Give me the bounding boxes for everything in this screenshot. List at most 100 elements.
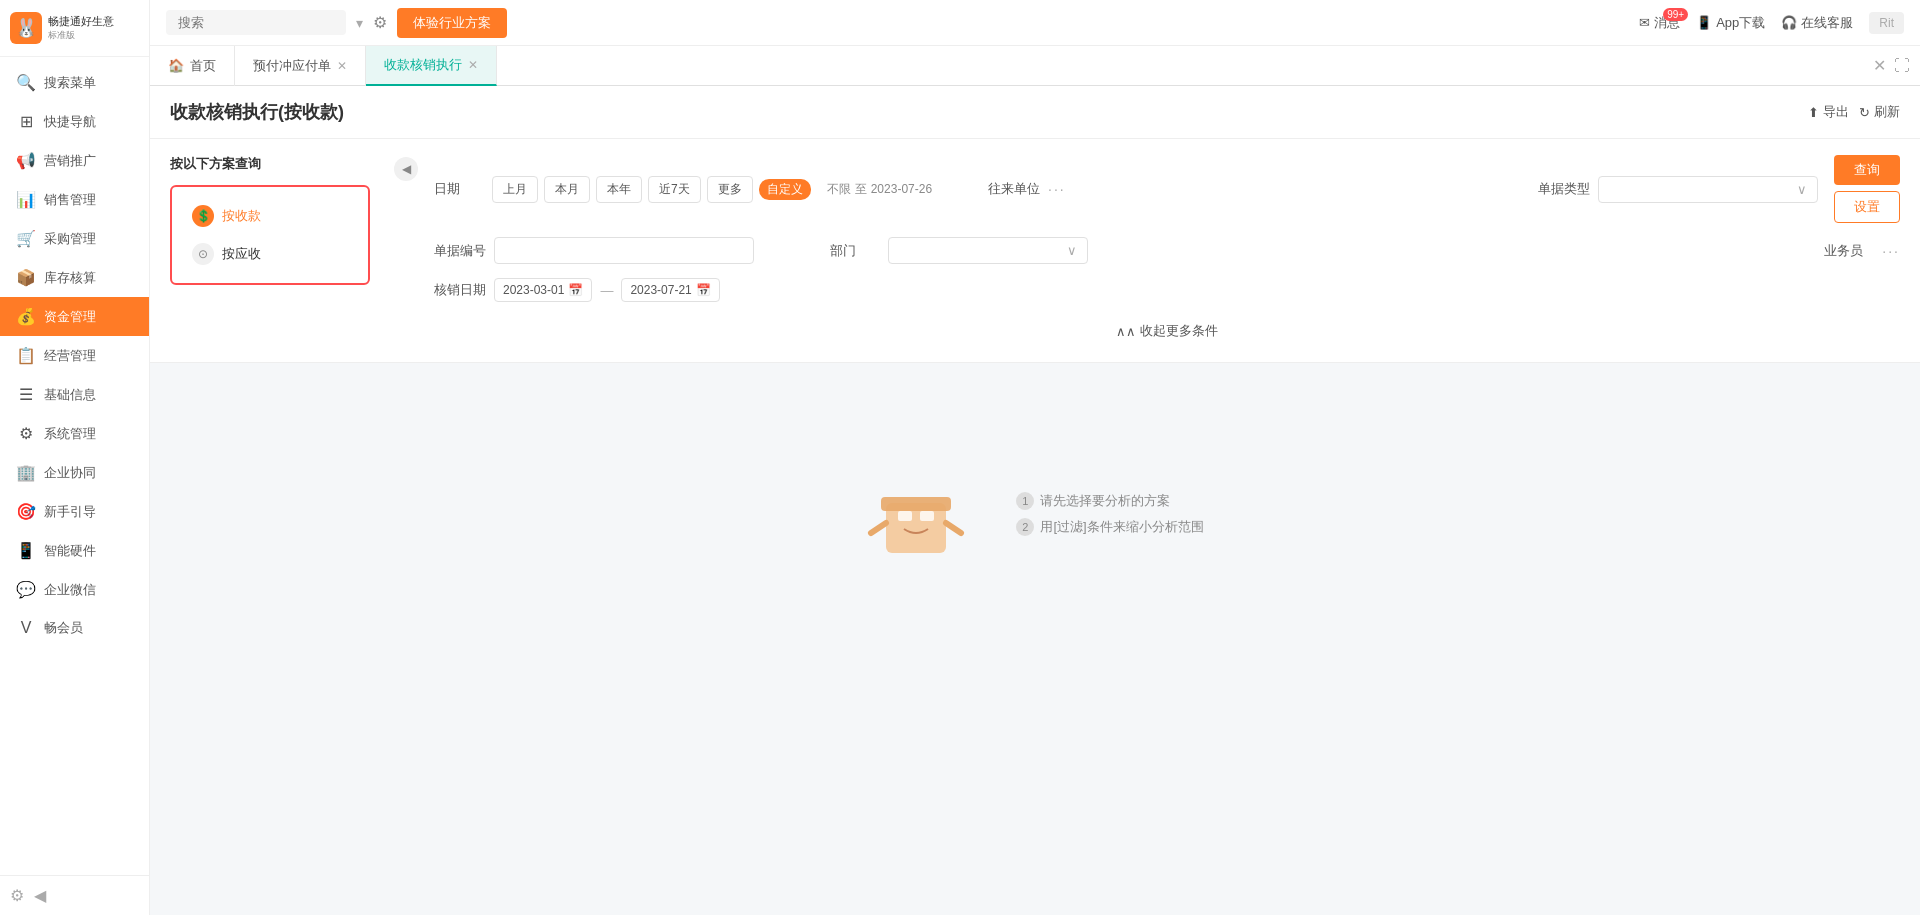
tab-expand-icon[interactable]: ⛶ (1894, 57, 1910, 75)
sidebar-bottom: ⚙ ◀ (0, 875, 149, 915)
tabbar-actions: ✕ ⛶ (1873, 56, 1920, 75)
sidebar-item-basic[interactable]: ☰ 基础信息 (0, 375, 149, 414)
inventory-icon: 📦 (16, 268, 36, 287)
svg-rect-3 (920, 511, 934, 521)
receipt-icon: 💲 (192, 205, 214, 227)
topbar-search-input[interactable] (166, 10, 346, 35)
sidebar-item-hardware[interactable]: 📱 智能硬件 (0, 531, 149, 570)
export-btn[interactable]: ⬆ 导出 (1808, 103, 1849, 121)
sidebar-item-inventory[interactable]: 📦 库存核算 (0, 258, 149, 297)
page-header: 收款核销执行(按收款) ⬆ 导出 ↻ 刷新 (150, 86, 1920, 139)
page-header-actions: ⬆ 导出 ↻ 刷新 (1808, 103, 1900, 121)
svg-rect-2 (898, 511, 912, 521)
filter-date-group: 上月 本月 本年 近7天 更多 自定义 (492, 176, 811, 203)
settings-bottom-icon[interactable]: ⚙ (10, 886, 24, 905)
sidebar-item-enterprise[interactable]: 🏢 企业协同 (0, 453, 149, 492)
filter-row-1: 日期 上月 本月 本年 近7天 更多 自定义 不限 至 2023 (434, 155, 1900, 223)
filter-partner-cell: 往来单位 ··· (988, 180, 1066, 198)
writeoff-date-range: 2023-03-01 📅 — 2023-07-21 📅 (494, 278, 720, 302)
sidebar-item-system[interactable]: ⚙ 系统管理 (0, 414, 149, 453)
staff-input[interactable]: ··· (1882, 243, 1900, 259)
doctype-label: 单据类型 (1538, 180, 1590, 198)
filter-dept-cell: 部门 ∨ (830, 237, 1088, 264)
sidebar-item-member[interactable]: V 畅会员 (0, 609, 149, 647)
page-content: 收款核销执行(按收款) ⬆ 导出 ↻ 刷新 按以下方案查询 💲 (150, 86, 1920, 915)
sidebar-item-guide[interactable]: 🎯 新手引导 (0, 492, 149, 531)
topbar: ▾ ⚙ 体验行业方案 ✉ 消息 99+ 📱 App下载 🎧 在线客服 Rit (150, 0, 1920, 46)
marketing-icon: 📢 (16, 151, 36, 170)
filter-row-3: 核销日期 2023-03-01 📅 — 2023-07-21 📅 (434, 278, 1900, 302)
setting-btn[interactable]: 设置 (1834, 191, 1900, 223)
filter-by-receivable[interactable]: ⊙ 按应收 (182, 235, 358, 273)
date-btn-7days[interactable]: 近7天 (648, 176, 701, 203)
sidebar-item-finance[interactable]: 💰 资金管理 (0, 297, 149, 336)
sidebar-item-purchase[interactable]: 🛒 采购管理 (0, 219, 149, 258)
writeoff-date-to-input[interactable]: 2023-07-21 📅 (621, 278, 719, 302)
filter-left-panel: 按以下方案查询 💲 按收款 ⊙ 按应收 (170, 155, 370, 346)
date-btn-last-month[interactable]: 上月 (492, 176, 538, 203)
tip-num-2: 2 (1016, 518, 1034, 536)
tab-prepay[interactable]: 预付冲应付单 ✕ (235, 46, 366, 86)
sidebar-item-quick-nav[interactable]: ⊞ 快捷导航 (0, 102, 149, 141)
empty-state: 1 请先选择要分析的方案 2 用[过滤]条件来缩小分析范围 (846, 393, 1223, 643)
collapse-more-btn[interactable]: ∧∧ 收起更多条件 (434, 316, 1900, 346)
service-icon: 🎧 (1781, 15, 1797, 30)
user-info[interactable]: Rit (1869, 12, 1904, 34)
filter-right-panel: 日期 上月 本月 本年 近7天 更多 自定义 不限 至 2023 (434, 155, 1900, 346)
docno-label: 单据编号 (434, 242, 486, 260)
app-edition: 标准版 (48, 29, 114, 42)
query-btn[interactable]: 查询 (1834, 155, 1900, 185)
filter-section-title: 按以下方案查询 (170, 155, 370, 173)
filter-area: 按以下方案查询 💲 按收款 ⊙ 按应收 ◀ (150, 139, 1920, 363)
empty-state-container: 1 请先选择要分析的方案 2 用[过滤]条件来缩小分析范围 (150, 393, 1920, 643)
docno-input[interactable] (494, 237, 754, 264)
wechat-icon: 💬 (16, 580, 36, 599)
filter-date-cell: 日期 上月 本月 本年 近7天 更多 自定义 (434, 176, 811, 203)
collapse-filter-btn[interactable]: ◀ (394, 157, 418, 181)
tab-home[interactable]: 🏠 首页 (150, 46, 235, 86)
app-download-btn[interactable]: 📱 App下载 (1696, 14, 1765, 32)
collapse-chevron-icon: ∧∧ (1116, 324, 1136, 339)
date-range-separator: — (600, 283, 613, 298)
tab-receipt-writeoff[interactable]: 收款核销执行 ✕ (366, 46, 497, 86)
tip-num-1: 1 (1016, 492, 1034, 510)
refresh-icon: ↻ (1859, 105, 1870, 120)
sidebar-item-wechat[interactable]: 💬 企业微信 (0, 570, 149, 609)
svg-line-4 (871, 523, 886, 533)
filter-by-receipt[interactable]: 💲 按收款 (182, 197, 358, 235)
sidebar: 🐰 畅捷通好生意 标准版 🔍 搜索菜单 ⊞ 快捷导航 📢 营销推广 📊 销售管理… (0, 0, 150, 915)
doctype-select[interactable]: ∨ (1598, 176, 1818, 203)
empty-tip-1: 1 请先选择要分析的方案 (1016, 492, 1203, 510)
sidebar-item-search[interactable]: 🔍 搜索菜单 (0, 63, 149, 102)
sidebar-item-sales[interactable]: 📊 销售管理 (0, 180, 149, 219)
date-btn-this-month[interactable]: 本月 (544, 176, 590, 203)
refresh-btn[interactable]: ↻ 刷新 (1859, 103, 1900, 121)
search-icon: 🔍 (16, 73, 36, 92)
message-btn[interactable]: ✉ 消息 99+ (1639, 14, 1680, 32)
collapse-sidebar-icon[interactable]: ◀ (34, 886, 46, 905)
partner-input[interactable]: ··· (1048, 181, 1066, 197)
filter-date-label: 日期 (434, 180, 484, 198)
receivable-icon: ⊙ (192, 243, 214, 265)
tab-close-receipt-writeoff[interactable]: ✕ (468, 58, 478, 72)
dept-select[interactable]: ∨ (888, 237, 1088, 264)
app-name: 畅捷通好生意 (48, 14, 114, 28)
online-service-btn[interactable]: 🎧 在线客服 (1781, 14, 1853, 32)
filter-scheme-box: 💲 按收款 ⊙ 按应收 (170, 185, 370, 285)
filter-docno-cell: 单据编号 (434, 237, 754, 264)
tab-close-all-icon[interactable]: ✕ (1873, 56, 1886, 75)
writeoff-date-from-input[interactable]: 2023-03-01 📅 (494, 278, 592, 302)
date-btn-this-year[interactable]: 本年 (596, 176, 642, 203)
sidebar-item-marketing[interactable]: 📢 营销推广 (0, 141, 149, 180)
industry-btn[interactable]: 体验行业方案 (397, 8, 507, 38)
app-logo: 🐰 畅捷通好生意 标准版 (0, 0, 149, 57)
sidebar-item-operations[interactable]: 📋 经营管理 (0, 336, 149, 375)
topbar-right: ✉ 消息 99+ 📱 App下载 🎧 在线客服 Rit (1639, 12, 1904, 34)
sidebar-nav: 🔍 搜索菜单 ⊞ 快捷导航 📢 营销推广 📊 销售管理 🛒 采购管理 📦 库存核… (0, 57, 149, 875)
tab-close-prepay[interactable]: ✕ (337, 59, 347, 73)
filter-doctype-cell: 单据类型 ∨ (1538, 176, 1818, 203)
partner-label: 往来单位 (988, 180, 1040, 198)
empty-illustration (866, 473, 966, 563)
date-btn-more[interactable]: 更多 (707, 176, 753, 203)
topbar-gear-icon[interactable]: ⚙ (373, 13, 387, 32)
